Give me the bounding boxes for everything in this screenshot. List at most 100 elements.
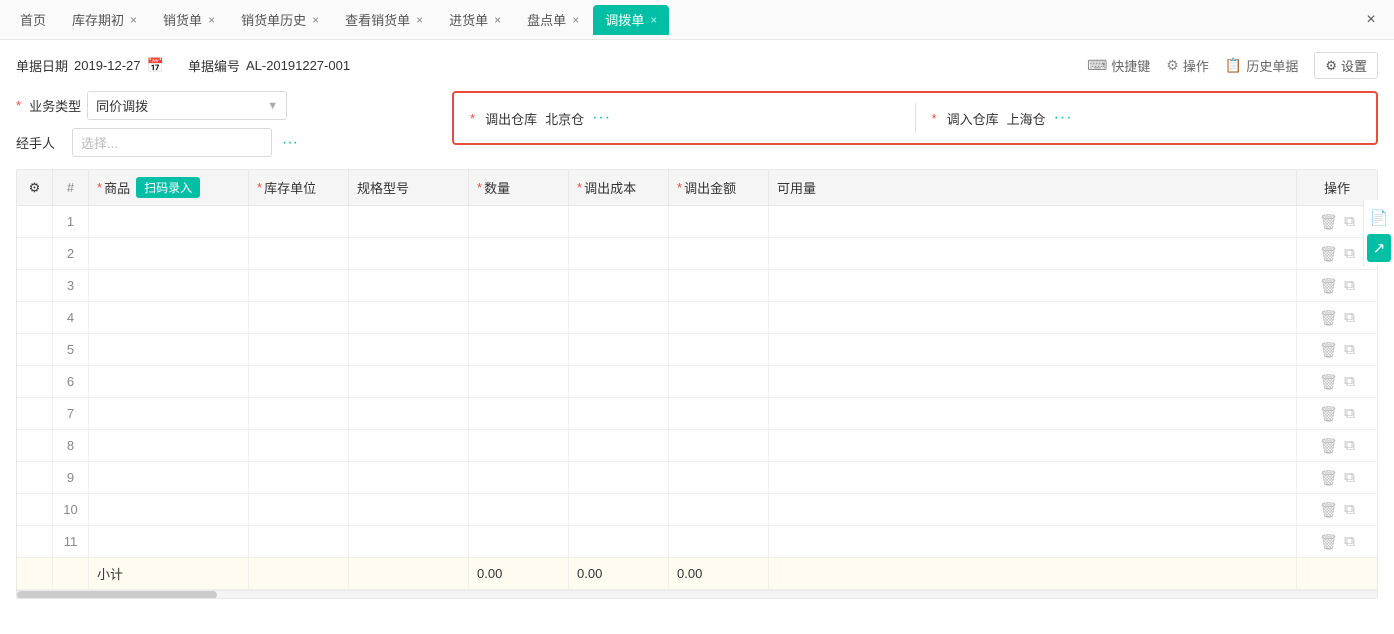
td-amount-2[interactable] (669, 238, 769, 269)
handler-more-icon[interactable]: ··· (282, 134, 298, 152)
tab-view-sales[interactable]: 查看销货单 × (333, 5, 435, 35)
tab-inventory-init[interactable]: 库存期初 × (60, 5, 149, 35)
tab-sales-history[interactable]: 销货单历史 × (229, 5, 331, 35)
td-cost-11[interactable] (569, 526, 669, 557)
td-product-5[interactable] (89, 334, 249, 365)
td-unit-7[interactable] (249, 398, 349, 429)
td-cost-6[interactable] (569, 366, 669, 397)
td-product-4[interactable] (89, 302, 249, 333)
td-unit-6[interactable] (249, 366, 349, 397)
scan-button[interactable]: 扫码录入 (136, 177, 200, 198)
td-amount-5[interactable] (669, 334, 769, 365)
delete-icon-2[interactable]: 🗑 (1319, 245, 1338, 263)
copy-icon-1[interactable]: ⧉ (1344, 213, 1355, 230)
td-qty-5[interactable] (469, 334, 569, 365)
td-spec-11[interactable] (349, 526, 469, 557)
td-cost-9[interactable] (569, 462, 669, 493)
td-unit-11[interactable] (249, 526, 349, 557)
tab-sales-history-close[interactable]: × (312, 14, 319, 26)
td-product-10[interactable] (89, 494, 249, 525)
td-amount-4[interactable] (669, 302, 769, 333)
td-cost-8[interactable] (569, 430, 669, 461)
td-amount-3[interactable] (669, 270, 769, 301)
td-amount-6[interactable] (669, 366, 769, 397)
tab-purchase-order-close[interactable]: × (494, 14, 501, 26)
td-product-9[interactable] (89, 462, 249, 493)
td-qty-1[interactable] (469, 206, 569, 237)
td-cost-10[interactable] (569, 494, 669, 525)
tab-sales-order-close[interactable]: × (208, 14, 215, 26)
td-unit-9[interactable] (249, 462, 349, 493)
business-type-select[interactable]: 同价调拨 ▼ (87, 91, 287, 120)
copy-icon-3[interactable]: ⧉ (1344, 277, 1355, 294)
tab-inventory-count-close[interactable]: × (572, 14, 579, 26)
copy-icon-2[interactable]: ⧉ (1344, 245, 1355, 262)
td-cost-3[interactable] (569, 270, 669, 301)
transfer-in-more-button[interactable]: ··· (1054, 109, 1073, 127)
td-unit-2[interactable] (249, 238, 349, 269)
td-unit-10[interactable] (249, 494, 349, 525)
copy-icon-8[interactable]: ⧉ (1344, 437, 1355, 454)
td-spec-3[interactable] (349, 270, 469, 301)
td-spec-10[interactable] (349, 494, 469, 525)
td-spec-2[interactable] (349, 238, 469, 269)
td-product-7[interactable] (89, 398, 249, 429)
td-spec-9[interactable] (349, 462, 469, 493)
td-spec-5[interactable] (349, 334, 469, 365)
td-qty-2[interactable] (469, 238, 569, 269)
delete-icon-4[interactable]: 🗑 (1319, 309, 1338, 327)
td-cost-7[interactable] (569, 398, 669, 429)
td-amount-1[interactable] (669, 206, 769, 237)
tab-home[interactable]: 首页 (8, 5, 58, 35)
td-product-6[interactable] (89, 366, 249, 397)
td-qty-8[interactable] (469, 430, 569, 461)
tab-inventory-init-close[interactable]: × (130, 14, 137, 26)
copy-icon-6[interactable]: ⧉ (1344, 373, 1355, 390)
td-qty-3[interactable] (469, 270, 569, 301)
td-unit-3[interactable] (249, 270, 349, 301)
calendar-icon[interactable]: 📅 (147, 57, 164, 74)
tab-inventory-count[interactable]: 盘点单 × (515, 5, 591, 35)
td-amount-9[interactable] (669, 462, 769, 493)
td-amount-10[interactable] (669, 494, 769, 525)
settings-button[interactable]: ⚙ 设置 (1314, 52, 1378, 79)
td-spec-8[interactable] (349, 430, 469, 461)
copy-icon-5[interactable]: ⧉ (1344, 341, 1355, 358)
scrollbar-thumb[interactable] (17, 591, 217, 599)
td-amount-7[interactable] (669, 398, 769, 429)
td-qty-9[interactable] (469, 462, 569, 493)
tab-transfer-order-close[interactable]: × (650, 14, 657, 26)
operations-button[interactable]: ⚙ 操作 (1166, 56, 1209, 75)
tab-view-sales-close[interactable]: × (416, 14, 423, 26)
td-spec-1[interactable] (349, 206, 469, 237)
main-close-button[interactable]: × (1356, 5, 1386, 35)
td-amount-8[interactable] (669, 430, 769, 461)
td-product-11[interactable] (89, 526, 249, 557)
transfer-out-more-button[interactable]: ··· (592, 109, 611, 127)
tab-transfer-order[interactable]: 调拨单 × (593, 5, 669, 35)
side-link-icon[interactable]: ↗ (1367, 234, 1391, 262)
tab-sales-order[interactable]: 销货单 × (151, 5, 227, 35)
delete-icon-10[interactable]: 🗑 (1319, 501, 1338, 519)
td-cost-1[interactable] (569, 206, 669, 237)
td-unit-5[interactable] (249, 334, 349, 365)
td-amount-11[interactable] (669, 526, 769, 557)
delete-icon-9[interactable]: 🗑 (1319, 469, 1338, 487)
td-product-8[interactable] (89, 430, 249, 461)
delete-icon-1[interactable]: 🗑 (1319, 213, 1338, 231)
td-unit-1[interactable] (249, 206, 349, 237)
td-unit-4[interactable] (249, 302, 349, 333)
delete-icon-11[interactable]: 🗑 (1319, 533, 1338, 551)
copy-icon-10[interactable]: ⧉ (1344, 501, 1355, 518)
td-cost-4[interactable] (569, 302, 669, 333)
td-unit-8[interactable] (249, 430, 349, 461)
th-gear[interactable]: ⚙ (17, 170, 53, 205)
copy-icon-11[interactable]: ⧉ (1344, 533, 1355, 550)
delete-icon-6[interactable]: 🗑 (1319, 373, 1338, 391)
delete-icon-5[interactable]: 🗑 (1319, 341, 1338, 359)
td-spec-4[interactable] (349, 302, 469, 333)
td-product-2[interactable] (89, 238, 249, 269)
td-qty-7[interactable] (469, 398, 569, 429)
td-spec-6[interactable] (349, 366, 469, 397)
delete-icon-3[interactable]: 🗑 (1319, 277, 1338, 295)
